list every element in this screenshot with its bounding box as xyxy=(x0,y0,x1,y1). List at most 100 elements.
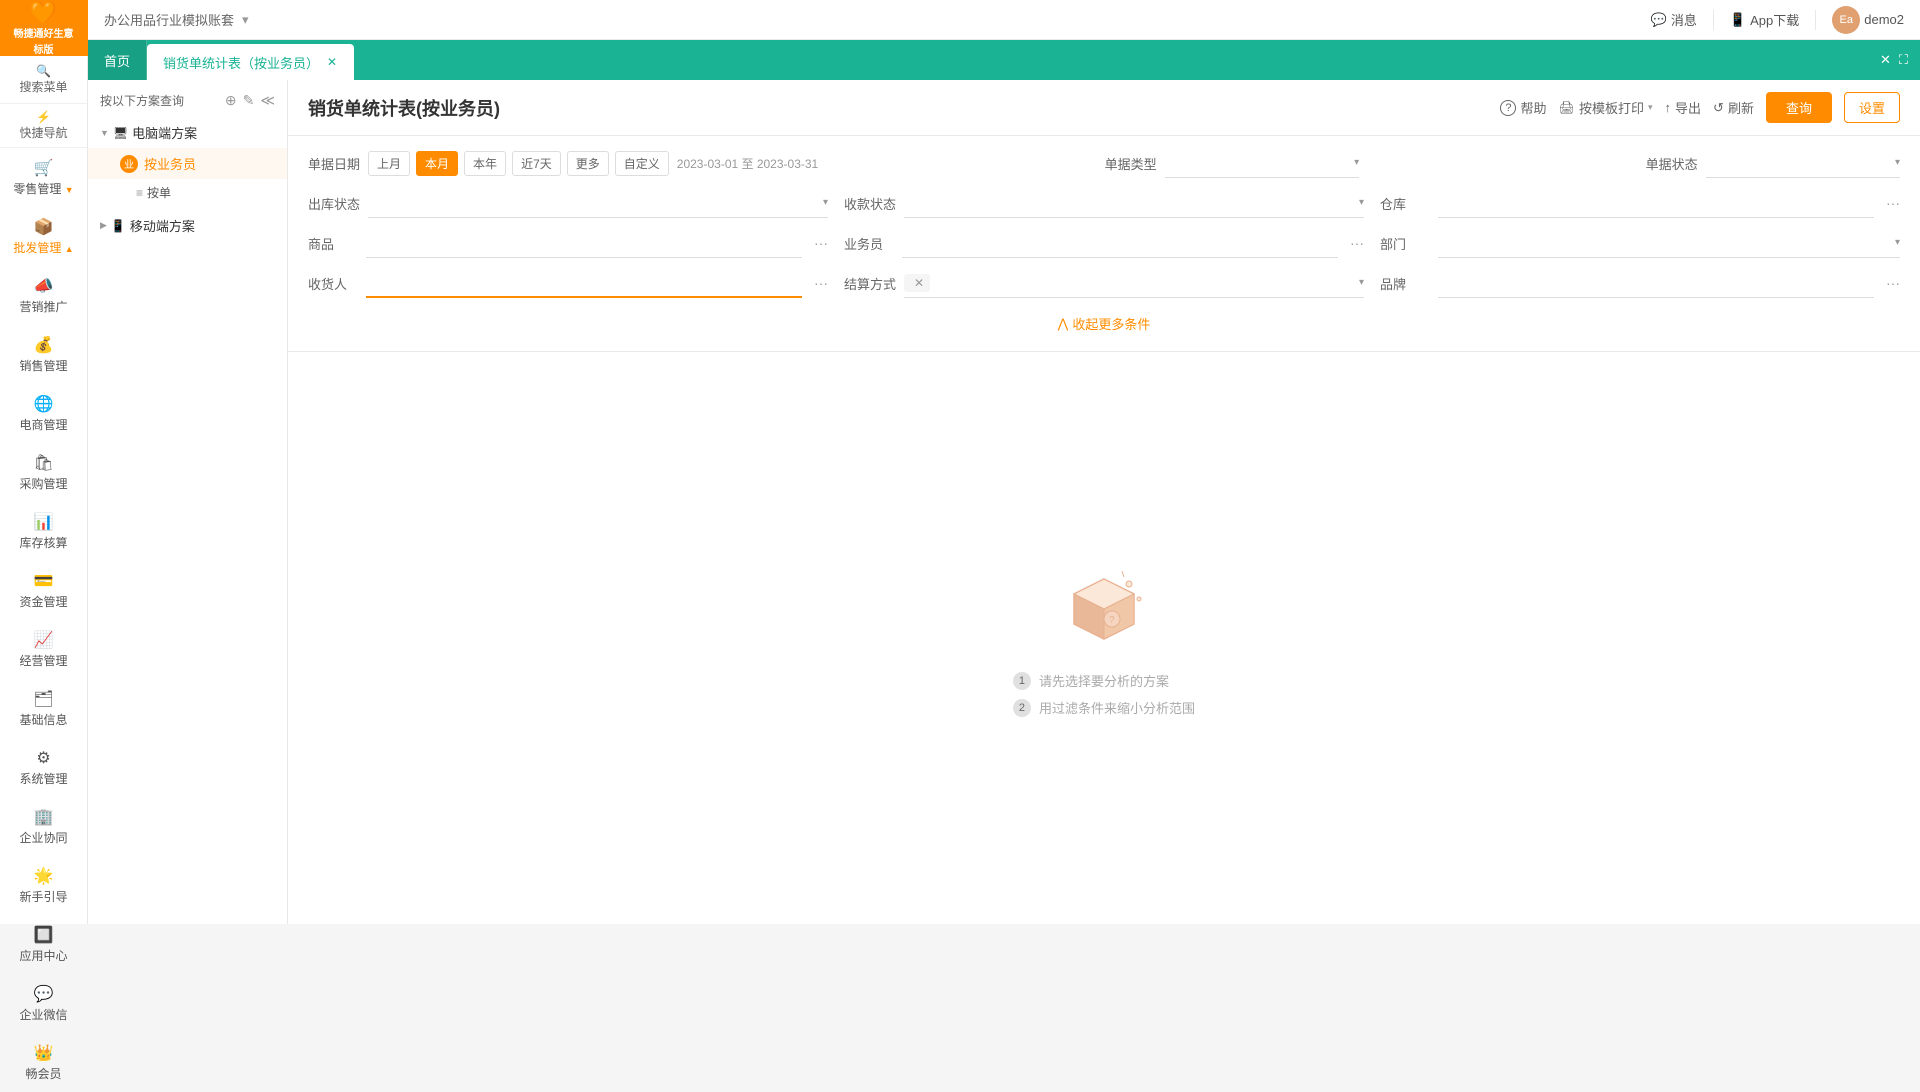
main-panel: 销货单统计表(按业务员) ? 帮助 🖨 按模板打印 ▾ ↑ 导出 xyxy=(288,80,1920,924)
sidebar-item-marketing[interactable]: 📣 营销推广 xyxy=(0,266,87,325)
retail-icon: 🛒 xyxy=(0,158,87,178)
consignee-input[interactable] xyxy=(366,268,802,298)
sidebar-item-wechat[interactable]: 💬 企业微信 xyxy=(0,974,87,1033)
date-custom[interactable]: 自定义 xyxy=(615,151,669,176)
step1-num: 1 xyxy=(1013,672,1031,690)
payment-method-label: 结算方式 xyxy=(844,274,896,293)
basic-label: 基础信息 xyxy=(19,713,67,727)
left-panel: 按以下方案查询 ⊕ ✎ ≪ ▼ 🖥 电脑端方案 业 按业务员 xyxy=(88,80,288,924)
collapse-icon[interactable]: ≪ xyxy=(260,92,275,109)
add-scheme-icon[interactable]: ⊕ xyxy=(225,92,237,109)
print-action[interactable]: 🖨 按模板打印 ▾ xyxy=(1558,98,1652,117)
ship-status-arrow: ▾ xyxy=(823,197,828,208)
brand-dots[interactable]: ··· xyxy=(1886,275,1900,291)
goods-dots[interactable]: ··· xyxy=(814,235,828,251)
filter-ship-status: 出库状态 ▾ xyxy=(308,188,828,218)
sidebar-item-basic[interactable]: 🗂 基础信息 xyxy=(0,679,87,738)
marketing-label: 营销推广 xyxy=(19,300,67,314)
edit-scheme-icon[interactable]: ✎ xyxy=(243,92,255,109)
tab-close-icon[interactable]: ✕ xyxy=(327,55,337,69)
salesperson-scheme-icon: 业 xyxy=(120,155,138,173)
help-action[interactable]: ? 帮助 xyxy=(1500,98,1546,117)
department-select[interactable]: ▾ xyxy=(1438,228,1900,258)
breadcrumb-dropdown-icon[interactable]: ▾ xyxy=(242,12,249,28)
export-label: 导出 xyxy=(1675,98,1701,117)
sales-icon: 💰 xyxy=(0,335,87,355)
ecommerce-icon: 🌐 xyxy=(0,394,87,414)
ship-status-select[interactable]: ▾ xyxy=(368,188,828,218)
quick-nav[interactable]: ⚡ 快捷导航 xyxy=(0,104,87,148)
sidebar-item-newbie[interactable]: 🌟 新手引导 xyxy=(0,856,87,915)
sidebar-item-ecommerce[interactable]: 🌐 电商管理 xyxy=(0,384,87,443)
sidebar-item-sales[interactable]: 💰 销售管理 xyxy=(0,325,87,384)
empty-illustration: ? xyxy=(1054,559,1154,659)
consignee-dots[interactable]: ··· xyxy=(814,275,828,291)
refresh-icon: ↺ xyxy=(1713,100,1724,116)
scheme-group-desktop-header[interactable]: ▼ 🖥 电脑端方案 xyxy=(88,117,287,148)
payment-method-clear-icon[interactable]: ✕ xyxy=(914,276,924,290)
tab-close-all-icon[interactable]: ✕ xyxy=(1880,52,1891,68)
filter-brand: 品牌 ··· xyxy=(1380,268,1900,298)
scheme-group-mobile-label: 移动端方案 xyxy=(130,216,195,235)
order-sub-icon: ≡ xyxy=(136,186,143,200)
brand-input[interactable] xyxy=(1438,268,1874,298)
newbie-icon: 🌟 xyxy=(0,866,87,886)
scheme-group-mobile-header[interactable]: ▶ 📱 移动端方案 xyxy=(88,210,287,241)
settings-button[interactable]: 设置 xyxy=(1844,92,1900,123)
collapse-filters-btn[interactable]: ⋀ 收起更多条件 xyxy=(308,308,1900,339)
date-last-month[interactable]: 上月 xyxy=(368,151,410,176)
message-action[interactable]: 💬 消息 xyxy=(1651,10,1697,29)
date-this-month[interactable]: 本月 xyxy=(416,151,458,176)
scheme-group-mobile-icon: 📱 xyxy=(111,219,126,233)
date-this-year[interactable]: 本年 xyxy=(464,151,506,176)
payment-method-arrow: ▾ xyxy=(1359,277,1364,288)
operations-icon: 📈 xyxy=(0,630,87,650)
salesperson-input[interactable] xyxy=(902,228,1338,258)
tab-maximize-icon[interactable]: ⛶ xyxy=(1899,52,1908,68)
sidebar-item-retail[interactable]: 🛒 零售管理 ▼ xyxy=(0,148,87,207)
step2-text: 用过滤条件来缩小分析范围 xyxy=(1039,698,1195,717)
username-label: demo2 xyxy=(1864,12,1904,27)
doc-type-select[interactable]: ▾ xyxy=(1165,148,1359,178)
salesperson-label: 业务员 xyxy=(844,234,894,253)
tab-sales-stats[interactable]: 销货单统计表（按业务员） ✕ xyxy=(147,44,354,80)
scheme-item-salesperson[interactable]: 业 按业务员 xyxy=(88,148,287,179)
app-subtitle: 标版 xyxy=(34,41,54,56)
salesperson-dots[interactable]: ··· xyxy=(1350,235,1364,251)
sidebar-item-purchase[interactable]: 🛍 采购管理 xyxy=(0,443,87,502)
department-arrow: ▾ xyxy=(1895,237,1900,248)
user-action[interactable]: Ea demo2 xyxy=(1832,6,1904,34)
sidebar-item-system[interactable]: ⚙ 系统管理 xyxy=(0,738,87,797)
search-icon: 🔍 xyxy=(36,64,51,78)
refresh-action[interactable]: ↺ 刷新 xyxy=(1713,98,1754,117)
scheme-group-desktop-label: 电脑端方案 xyxy=(132,123,197,142)
payment-method-select[interactable]: ✕ ▾ xyxy=(904,268,1364,298)
sidebar-item-company[interactable]: 🏢 企业协同 xyxy=(0,797,87,856)
date-last7[interactable]: 近7天 xyxy=(512,151,561,176)
sidebar-item-wholesale[interactable]: 📦 批发管理 ▲ xyxy=(0,207,87,266)
export-action[interactable]: ↑ 导出 xyxy=(1665,98,1702,117)
app-logo: 🧡 畅捷通好生意 标版 xyxy=(0,0,88,56)
order-sub-label: 按单 xyxy=(147,184,171,201)
query-button[interactable]: 查询 xyxy=(1766,92,1832,123)
sidebar-item-inventory[interactable]: 📊 库存核算 xyxy=(0,502,87,561)
doc-type-arrow: ▾ xyxy=(1354,157,1359,168)
warehouse-dots[interactable]: ··· xyxy=(1886,195,1900,211)
app-download-action[interactable]: 📱 App下载 xyxy=(1730,10,1799,29)
sidebar-item-operations[interactable]: 📈 经营管理 xyxy=(0,620,87,679)
date-more[interactable]: 更多 xyxy=(567,151,609,176)
step1-text: 请先选择要分析的方案 xyxy=(1039,671,1169,690)
sub-item-order[interactable]: ≡ 按单 xyxy=(88,179,287,206)
sidebar-item-finance[interactable]: 💳 资金管理 xyxy=(0,561,87,620)
doc-status-select[interactable]: ▾ xyxy=(1706,148,1900,178)
user-avatar: Ea xyxy=(1832,6,1860,34)
warehouse-input[interactable] xyxy=(1438,188,1874,218)
sidebar-item-member[interactable]: 👑 畅会员 xyxy=(0,1033,87,1092)
search-menu[interactable]: 🔍 搜索菜单 xyxy=(0,56,87,104)
payment-status-select[interactable]: ▾ xyxy=(904,188,1364,218)
newbie-label: 新手引导 xyxy=(19,890,67,904)
tab-home[interactable]: 首页 xyxy=(88,40,147,80)
appstore-label: 应用中心 xyxy=(19,949,67,963)
empty-step-2: 2 用过滤条件来缩小分析范围 xyxy=(1013,698,1195,717)
goods-input[interactable] xyxy=(366,228,802,258)
